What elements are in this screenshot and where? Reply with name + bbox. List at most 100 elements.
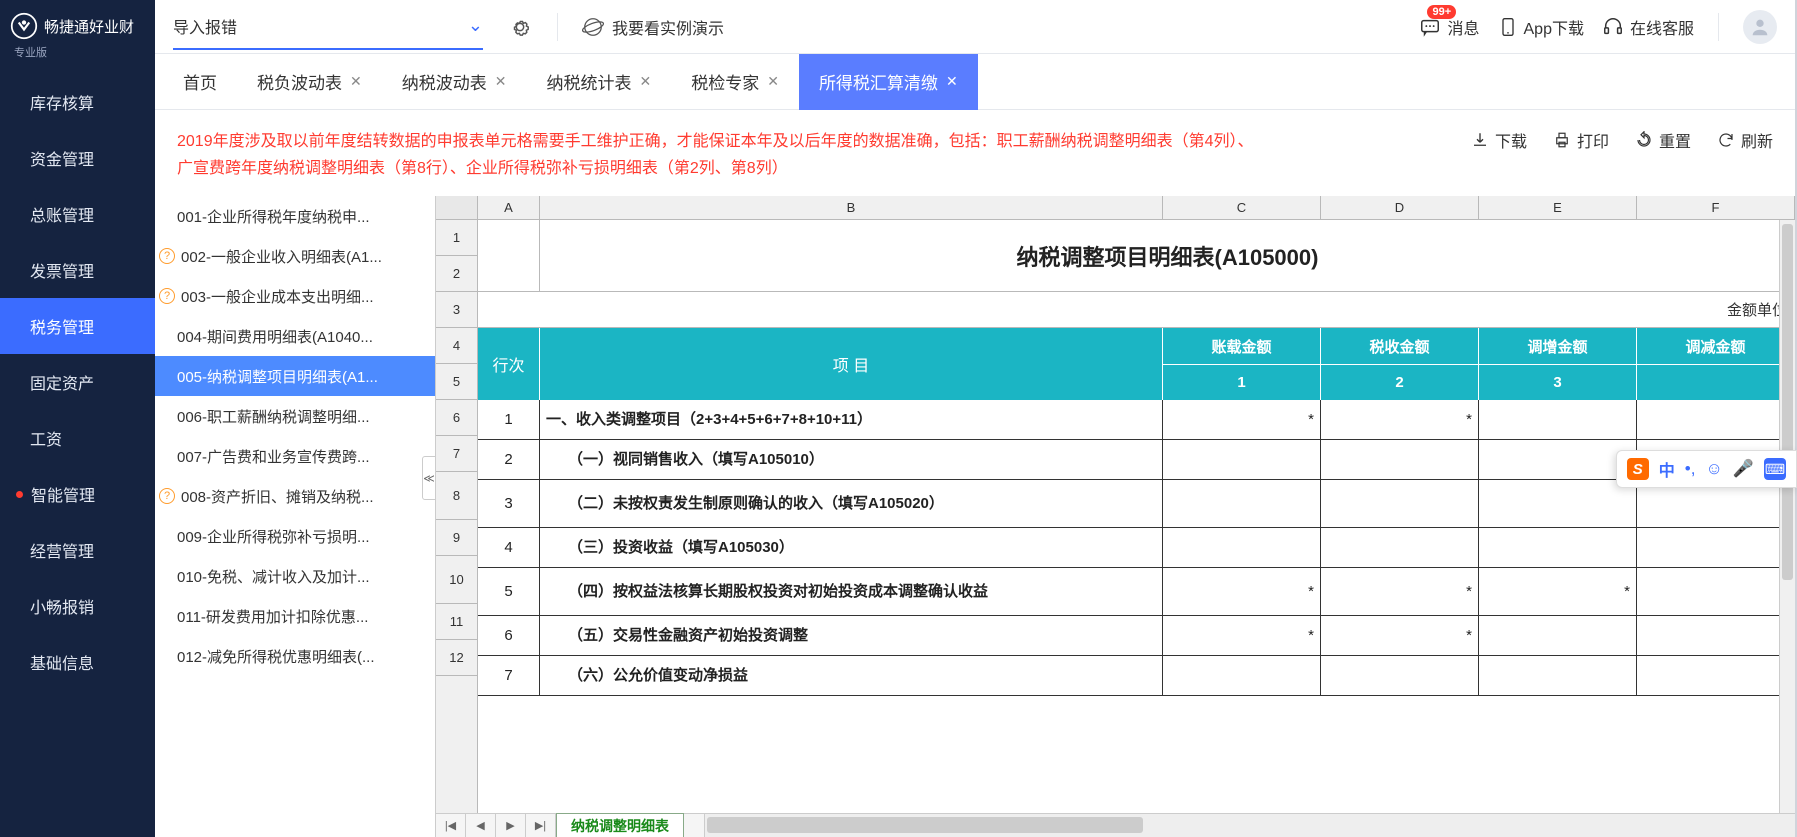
cell-f[interactable] <box>1637 568 1795 615</box>
cell-e[interactable] <box>1479 440 1637 479</box>
support-button[interactable]: 在线客服 <box>1602 15 1694 39</box>
col-header-f[interactable]: F <box>1637 196 1795 219</box>
grid[interactable]: 纳税调整项目明细表(A105000) 金额单位 行次 项 目 账载金额1 税收金… <box>478 220 1795 813</box>
row-header[interactable]: 4 <box>436 328 477 364</box>
cell-project[interactable]: （六）公允价值变动净损益 <box>540 656 1163 695</box>
cell-c[interactable]: * <box>1163 568 1321 615</box>
cell-c[interactable] <box>1163 528 1321 567</box>
refresh-button[interactable]: 刷新 <box>1717 128 1773 152</box>
cell-project[interactable]: （四）按权益法核算长期股权投资对初始投资成本调整确认收益 <box>540 568 1163 615</box>
settings-button[interactable] <box>507 14 533 40</box>
cell-c[interactable] <box>1163 440 1321 479</box>
sheet-nav-first[interactable]: |◀ <box>436 814 466 837</box>
ime-mic-icon[interactable]: 🎤 <box>1733 459 1754 479</box>
cell[interactable] <box>478 220 540 291</box>
cell-f[interactable] <box>1637 528 1795 567</box>
form-item-012[interactable]: 012-减免所得税优惠明细表(... <box>155 636 435 676</box>
form-item-005[interactable]: 005-纳税调整项目明细表(A1... <box>155 356 435 396</box>
demo-link[interactable]: 我要看实例演示 <box>582 15 724 39</box>
close-icon[interactable]: ✕ <box>350 73 362 90</box>
close-icon[interactable]: ✕ <box>495 73 507 90</box>
tab-tax-burden[interactable]: 税负波动表✕ <box>237 54 382 110</box>
horizontal-scrollbar[interactable] <box>704 814 1795 837</box>
tab-home[interactable]: 首页 <box>163 54 237 110</box>
cell-d[interactable] <box>1321 440 1479 479</box>
row-header[interactable]: 6 <box>436 400 477 436</box>
row-header[interactable]: 11 <box>436 604 477 640</box>
form-item-010[interactable]: 010-免税、减计收入及加计... <box>155 556 435 596</box>
form-item-001[interactable]: 001-企业所得税年度纳税申... <box>155 196 435 236</box>
download-button[interactable]: 下载 <box>1471 128 1527 152</box>
cell-e[interactable] <box>1479 480 1637 527</box>
cell-d[interactable]: * <box>1321 568 1479 615</box>
cell-e[interactable] <box>1479 528 1637 567</box>
sidebar-item-ledger[interactable]: 总账管理 <box>0 186 155 242</box>
cell-d[interactable] <box>1321 528 1479 567</box>
cell-c[interactable] <box>1163 480 1321 527</box>
ime-punctuation-icon[interactable]: •, <box>1685 459 1696 479</box>
scrollbar-thumb[interactable] <box>707 817 1143 833</box>
row-header[interactable]: 12 <box>436 640 477 676</box>
sidebar-item-fixed-assets[interactable]: 固定资产 <box>0 354 155 410</box>
cell-project[interactable]: （三）投资收益（填写A105030） <box>540 528 1163 567</box>
cell-f[interactable] <box>1637 656 1795 695</box>
sidebar-item-salary[interactable]: 工资 <box>0 410 155 466</box>
tab-tax-payment[interactable]: 纳税波动表✕ <box>382 54 527 110</box>
sidebar-item-operation[interactable]: 经营管理 <box>0 522 155 578</box>
form-item-011[interactable]: 011-研发费用加计扣除优惠... <box>155 596 435 636</box>
col-header-c[interactable]: C <box>1163 196 1321 219</box>
ime-mode-label[interactable]: 中 <box>1659 457 1675 481</box>
vertical-scrollbar[interactable] <box>1779 220 1795 813</box>
col-header-a[interactable]: A <box>478 196 540 219</box>
row-header[interactable]: 2 <box>436 256 477 292</box>
cell-row-num[interactable]: 5 <box>478 568 540 615</box>
cell-row-num[interactable]: 6 <box>478 616 540 655</box>
form-item-003[interactable]: ?003-一般企业成本支出明细... <box>155 276 435 316</box>
cell-project[interactable]: （五）交易性金融资产初始投资调整 <box>540 616 1163 655</box>
sidebar-item-smart[interactable]: 智能管理 <box>0 466 155 522</box>
tab-tax-expert[interactable]: 税检专家✕ <box>671 54 799 110</box>
cell-d[interactable]: * <box>1321 616 1479 655</box>
cell-row-num[interactable]: 7 <box>478 656 540 695</box>
sidebar-item-expense[interactable]: 小畅报销 <box>0 578 155 634</box>
import-error-dropdown[interactable]: 导入报错 ⌄ <box>173 14 483 50</box>
cell-row-num[interactable]: 2 <box>478 440 540 479</box>
sheet-nav-next[interactable]: ▶ <box>496 814 526 837</box>
cell-f[interactable] <box>1637 616 1795 655</box>
sidebar-item-tax[interactable]: 税务管理 <box>0 298 155 354</box>
cell-e[interactable] <box>1479 616 1637 655</box>
cell-d[interactable] <box>1321 656 1479 695</box>
cell-f[interactable] <box>1637 400 1795 439</box>
cell-project[interactable]: 一、收入类调整项目（2+3+4+5+6+7+8+10+11） <box>540 400 1163 439</box>
sidebar-item-basic[interactable]: 基础信息 <box>0 634 155 690</box>
tab-income-tax-settlement[interactable]: 所得税汇算清缴✕ <box>799 54 978 110</box>
sheet-tab[interactable]: 纳税调整明细表 <box>556 813 684 837</box>
cell-project[interactable]: （一）视同销售收入（填写A105010） <box>540 440 1163 479</box>
cell-row-num[interactable]: 3 <box>478 480 540 527</box>
ime-toolbar[interactable]: S 中 •, ☺ 🎤 ⌨ <box>1616 450 1797 488</box>
row-header[interactable]: 10 <box>436 556 477 604</box>
cell-d[interactable]: * <box>1321 400 1479 439</box>
cell-e[interactable]: * <box>1479 568 1637 615</box>
cell-c[interactable]: * <box>1163 400 1321 439</box>
sidebar-item-inventory[interactable]: 库存核算 <box>0 74 155 130</box>
select-all-corner[interactable] <box>436 196 478 219</box>
row-header[interactable]: 9 <box>436 520 477 556</box>
reset-button[interactable]: 重置 <box>1635 128 1691 152</box>
form-item-007[interactable]: 007-广告费和业务宣传费跨... <box>155 436 435 476</box>
user-avatar[interactable] <box>1743 10 1777 44</box>
row-header[interactable]: 8 <box>436 472 477 520</box>
row-header[interactable]: 1 <box>436 220 477 256</box>
sidebar-item-invoice[interactable]: 发票管理 <box>0 242 155 298</box>
cell-row-num[interactable]: 4 <box>478 528 540 567</box>
tab-tax-stats[interactable]: 纳税统计表✕ <box>526 54 671 110</box>
cell-e[interactable] <box>1479 656 1637 695</box>
col-header-b[interactable]: B <box>540 196 1163 219</box>
row-header[interactable]: 7 <box>436 436 477 472</box>
app-download-button[interactable]: App下载 <box>1498 15 1584 39</box>
cell-row-num[interactable]: 1 <box>478 400 540 439</box>
cell-d[interactable] <box>1321 480 1479 527</box>
form-item-009[interactable]: 009-企业所得税弥补亏损明... <box>155 516 435 556</box>
sidebar-item-funds[interactable]: 资金管理 <box>0 130 155 186</box>
form-item-008[interactable]: ?008-资产折旧、摊销及纳税... <box>155 476 435 516</box>
